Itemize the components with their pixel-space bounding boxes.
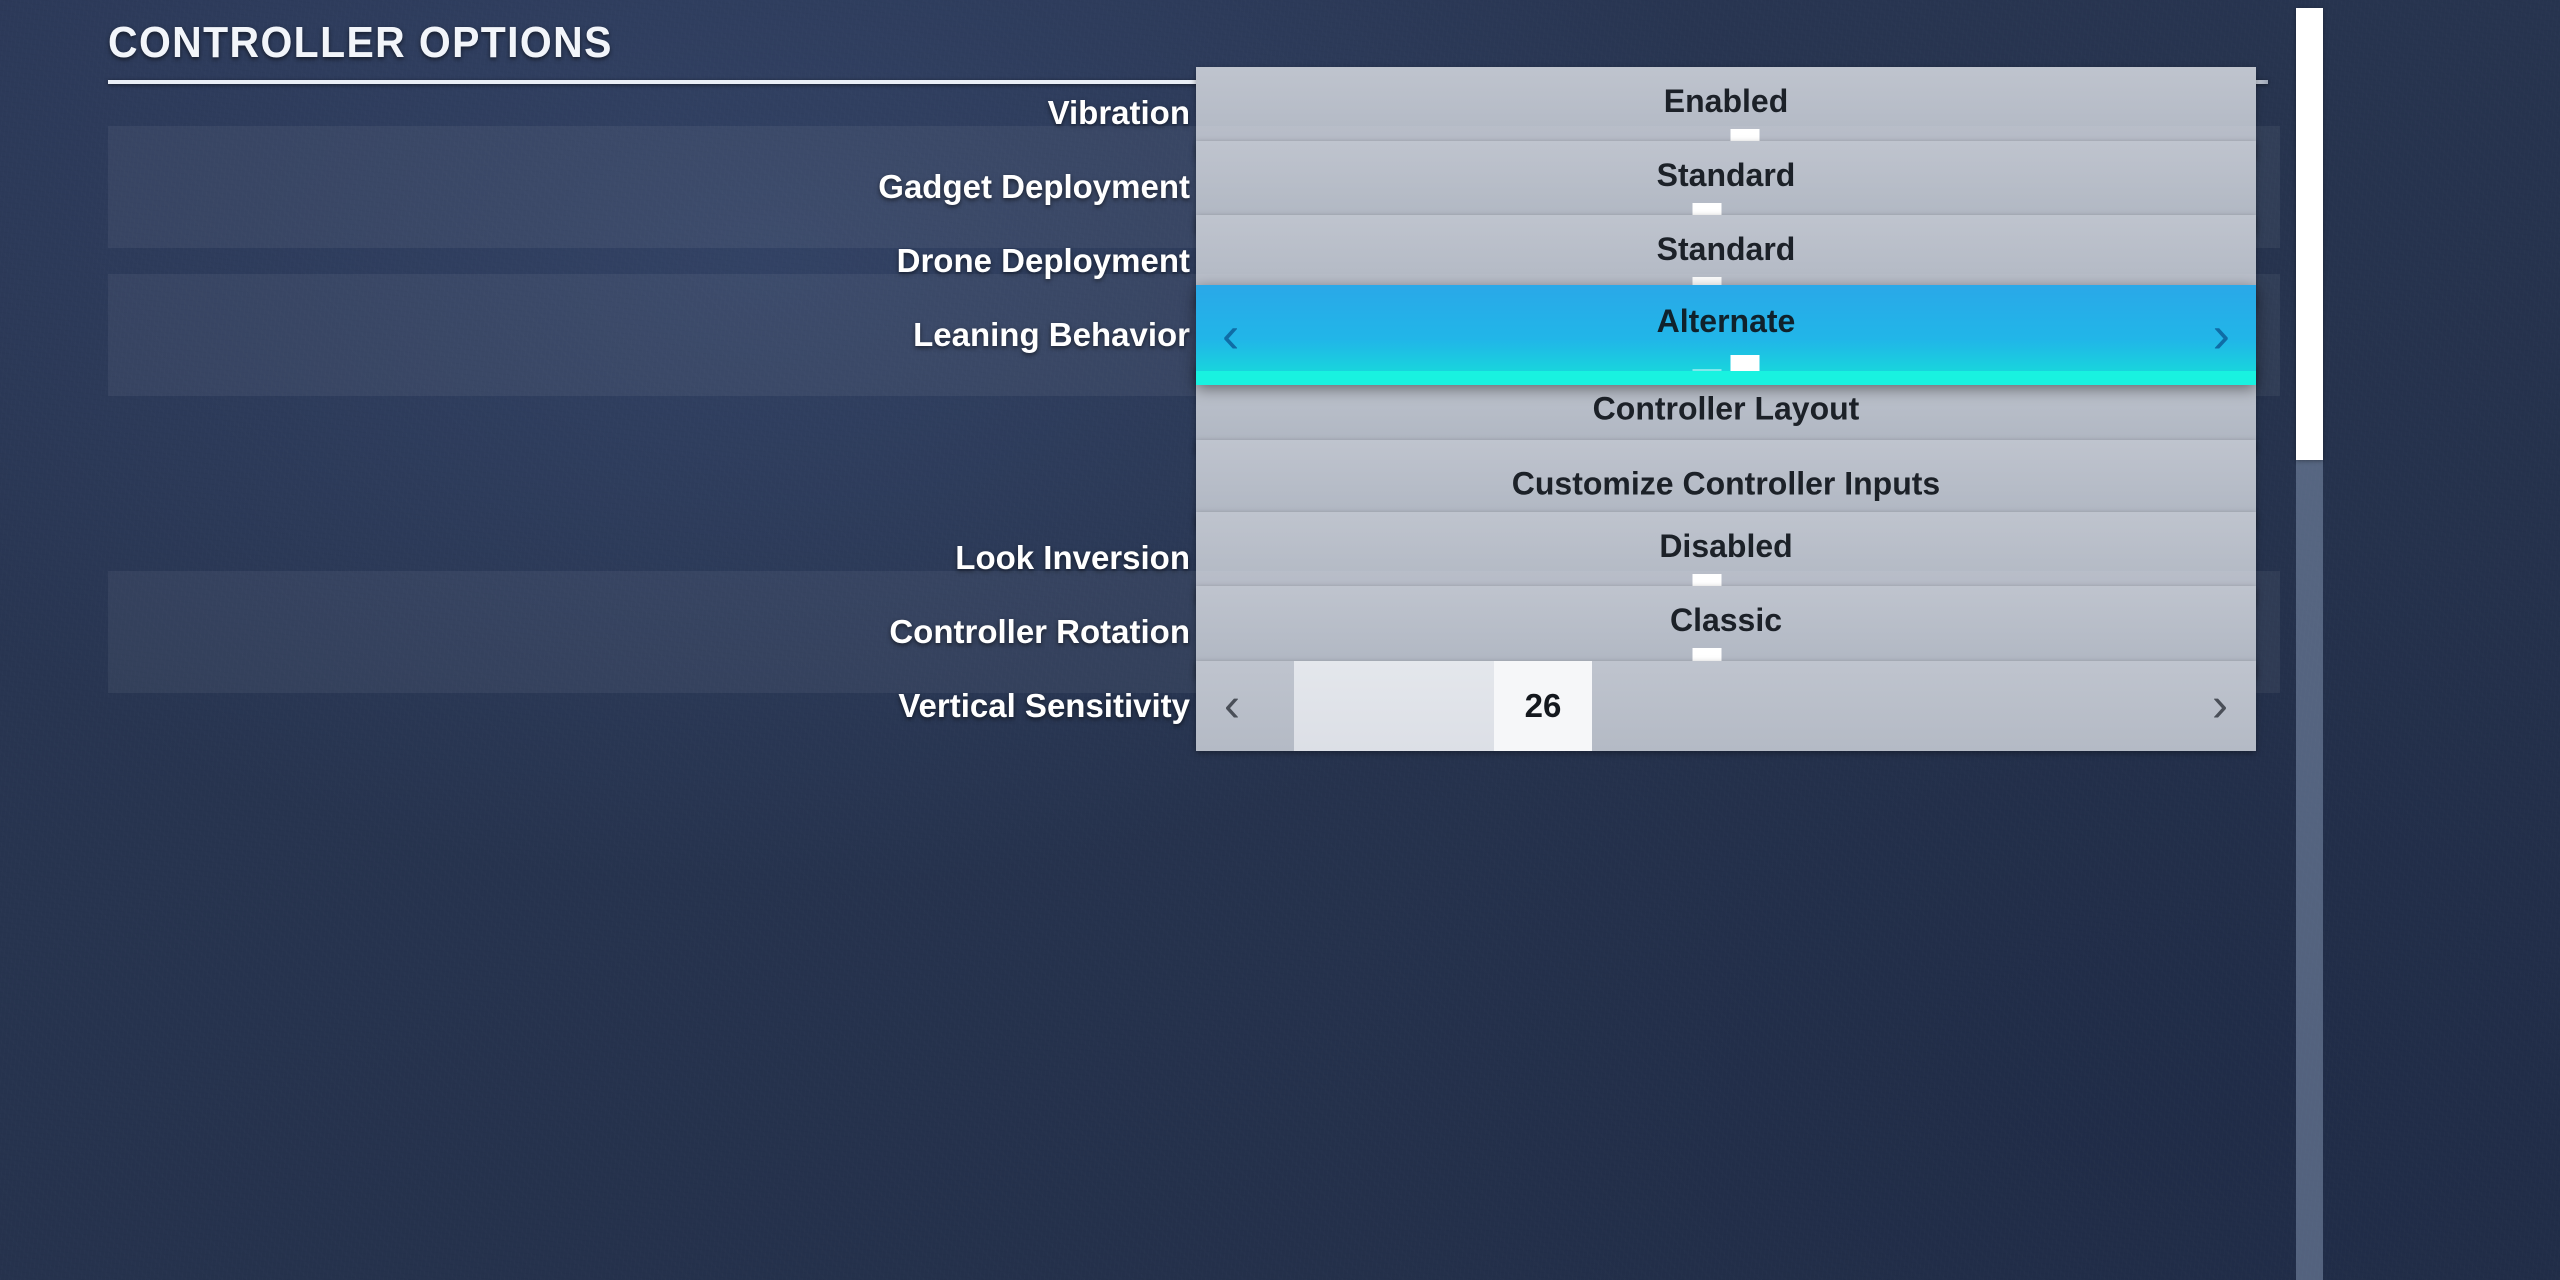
option-selector-focused[interactable]: ‹ Alternate › (1196, 285, 2256, 385)
option-value: Enabled (1663, 83, 1789, 119)
slider-value: 26 (1524, 687, 1562, 724)
vertical-scrollbar-track[interactable] (2296, 8, 2323, 1280)
slider-thumb[interactable]: 26 (1494, 661, 1592, 751)
option-value: Standard (1656, 231, 1796, 267)
option-value: Classic (1669, 602, 1783, 638)
option-value: Standard (1656, 157, 1796, 193)
option-value: Disabled (1659, 528, 1793, 564)
chevron-right-icon[interactable]: › (2213, 309, 2230, 361)
action-button-label: Controller Layout (1592, 390, 1860, 427)
slider-control[interactable]: ‹ 26 › (1196, 661, 2256, 751)
option-value: Alternate (1656, 303, 1796, 339)
vertical-scrollbar-thumb[interactable] (2296, 8, 2323, 460)
chevron-right-icon[interactable]: › (2212, 682, 2228, 730)
settings-list: Vibration Enabled Gadget Deployment Standar… (0, 0, 2280, 1280)
focus-underline (1196, 371, 2256, 385)
row-label: Vertical Sensitivity (898, 687, 1190, 724)
chevron-left-icon[interactable]: ‹ (1224, 682, 1240, 730)
slider-track-fill (1294, 661, 1494, 751)
settings-row[interactable]: Vertical Sensitivity ‹ 26 › (0, 645, 2280, 767)
